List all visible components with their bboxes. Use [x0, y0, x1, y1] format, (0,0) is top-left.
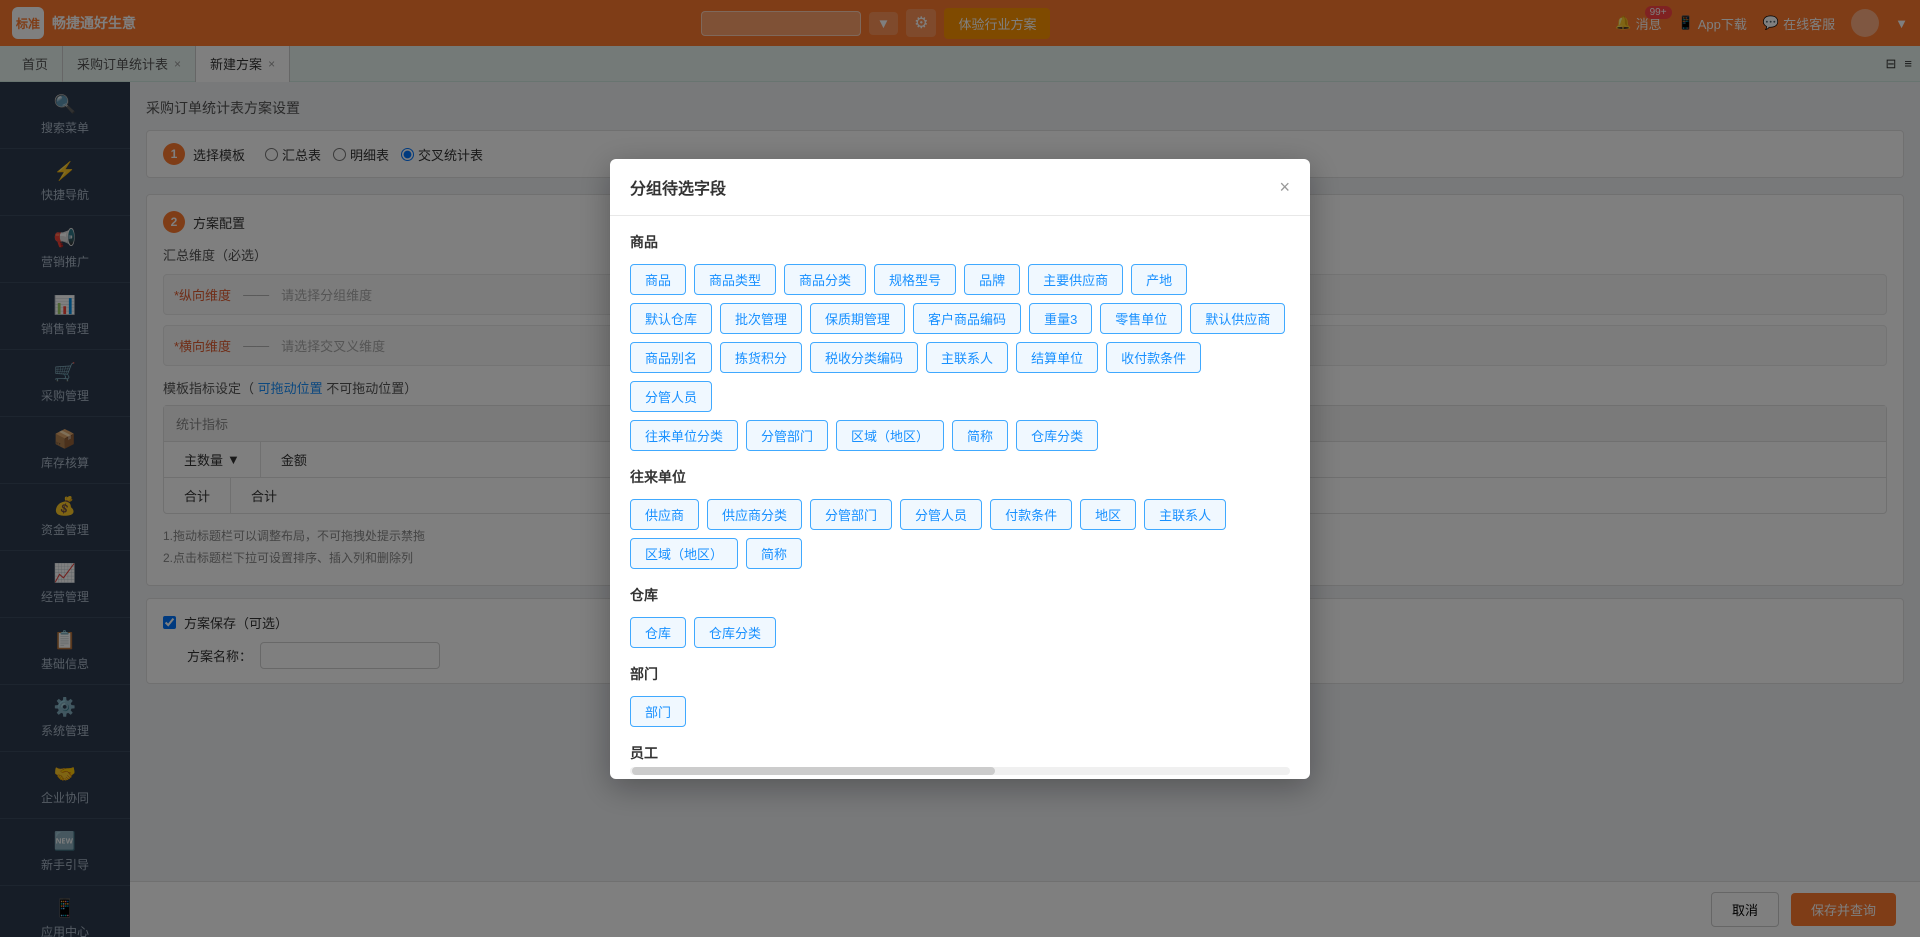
- section-heading-warehouse: 仓库: [630, 585, 1290, 605]
- field-tag-dept-2[interactable]: 部门: [630, 696, 686, 727]
- field-tag-warehouse-cat-2[interactable]: 仓库分类: [694, 617, 776, 648]
- field-tag-supplier-cat[interactable]: 供应商分类: [707, 499, 802, 530]
- field-tag-product-type[interactable]: 商品类型: [694, 264, 776, 295]
- modal-header: 分组待选字段 ×: [610, 159, 1310, 216]
- field-tag-partner-category[interactable]: 往来单位分类: [630, 420, 738, 451]
- field-tag-area[interactable]: 地区: [1080, 499, 1136, 530]
- field-tag-brand[interactable]: 品牌: [964, 264, 1020, 295]
- product-fields-grid-2: 默认仓库 批次管理 保质期管理 客户商品编码 重量3 零售单位 默认供应商: [630, 303, 1290, 334]
- field-tag-default-warehouse[interactable]: 默认仓库: [630, 303, 712, 334]
- modal-close-btn[interactable]: ×: [1279, 178, 1290, 196]
- product-fields-grid-4: 往来单位分类 分管部门 区域（地区） 简称 仓库分类: [630, 420, 1290, 451]
- modal-hscrollbar[interactable]: [610, 767, 1310, 779]
- field-tag-pick-points[interactable]: 拣货积分: [720, 342, 802, 373]
- field-tag-tax-code[interactable]: 税收分类编码: [810, 342, 918, 373]
- field-tag-dept[interactable]: 分管部门: [746, 420, 828, 451]
- field-tag-default-supplier[interactable]: 默认供应商: [1190, 303, 1285, 334]
- section-heading-employee: 员工: [630, 743, 1290, 763]
- section-heading-dept: 部门: [630, 664, 1290, 684]
- field-tag-customer-sku[interactable]: 客户商品编码: [913, 303, 1021, 334]
- section-heading-product: 商品: [630, 232, 1290, 252]
- warehouse-fields-grid: 仓库 仓库分类: [630, 617, 1290, 648]
- partner-fields-grid: 供应商 供应商分类 分管部门 分管人员 付款条件 地区 主联系人: [630, 499, 1290, 530]
- field-tag-alias[interactable]: 商品别名: [630, 342, 712, 373]
- field-tag-expiry-mgmt[interactable]: 保质期管理: [810, 303, 905, 334]
- field-tag-supplier[interactable]: 供应商: [630, 499, 699, 530]
- field-tag-payment-cond[interactable]: 付款条件: [990, 499, 1072, 530]
- field-tag-warehouse-cat[interactable]: 仓库分类: [1016, 420, 1098, 451]
- field-tag-main-contact-2[interactable]: 主联系人: [1144, 499, 1226, 530]
- modal-overlay: 分组待选字段 × 商品 商品 商品类型 商品分类 规格型号 品牌 主要供应商 产…: [0, 0, 1920, 937]
- field-tag-batch-mgmt[interactable]: 批次管理: [720, 303, 802, 334]
- field-tag-mgmt-dept[interactable]: 分管部门: [810, 499, 892, 530]
- field-tag-settle-unit[interactable]: 结算单位: [1016, 342, 1098, 373]
- field-tag-main-contact[interactable]: 主联系人: [926, 342, 1008, 373]
- field-tag-region[interactable]: 区域（地区）: [836, 420, 944, 451]
- field-tag-retail-unit[interactable]: 零售单位: [1100, 303, 1182, 334]
- partner-fields-grid-2: 区域（地区） 简称: [630, 538, 1290, 569]
- product-fields-grid-3: 商品别名 拣货积分 税收分类编码 主联系人 结算单位 收付款条件 分管人员: [630, 342, 1290, 412]
- field-tag-warehouse[interactable]: 仓库: [630, 617, 686, 648]
- field-tag-abbr-2[interactable]: 简称: [746, 538, 802, 569]
- field-select-modal: 分组待选字段 × 商品 商品 商品类型 商品分类 规格型号 品牌 主要供应商 产…: [610, 159, 1310, 779]
- dept-fields-grid: 部门: [630, 696, 1290, 727]
- product-fields-grid: 商品 商品类型 商品分类 规格型号 品牌 主要供应商 产地: [630, 264, 1290, 295]
- field-tag-product-category[interactable]: 商品分类: [784, 264, 866, 295]
- field-tag-abbr[interactable]: 简称: [952, 420, 1008, 451]
- modal-body: 商品 商品 商品类型 商品分类 规格型号 品牌 主要供应商 产地 默认仓库 批次…: [610, 216, 1310, 767]
- field-tag-origin[interactable]: 产地: [1131, 264, 1187, 295]
- field-tag-product[interactable]: 商品: [630, 264, 686, 295]
- field-tag-payment-terms[interactable]: 收付款条件: [1106, 342, 1201, 373]
- field-tag-mgmt-person[interactable]: 分管人员: [900, 499, 982, 530]
- field-tag-manager[interactable]: 分管人员: [630, 381, 712, 412]
- section-heading-partner: 往来单位: [630, 467, 1290, 487]
- field-tag-spec-model[interactable]: 规格型号: [874, 264, 956, 295]
- modal-title: 分组待选字段: [630, 175, 726, 199]
- field-tag-main-supplier[interactable]: 主要供应商: [1028, 264, 1123, 295]
- field-tag-region-2[interactable]: 区域（地区）: [630, 538, 738, 569]
- field-tag-weight[interactable]: 重量3: [1029, 303, 1092, 334]
